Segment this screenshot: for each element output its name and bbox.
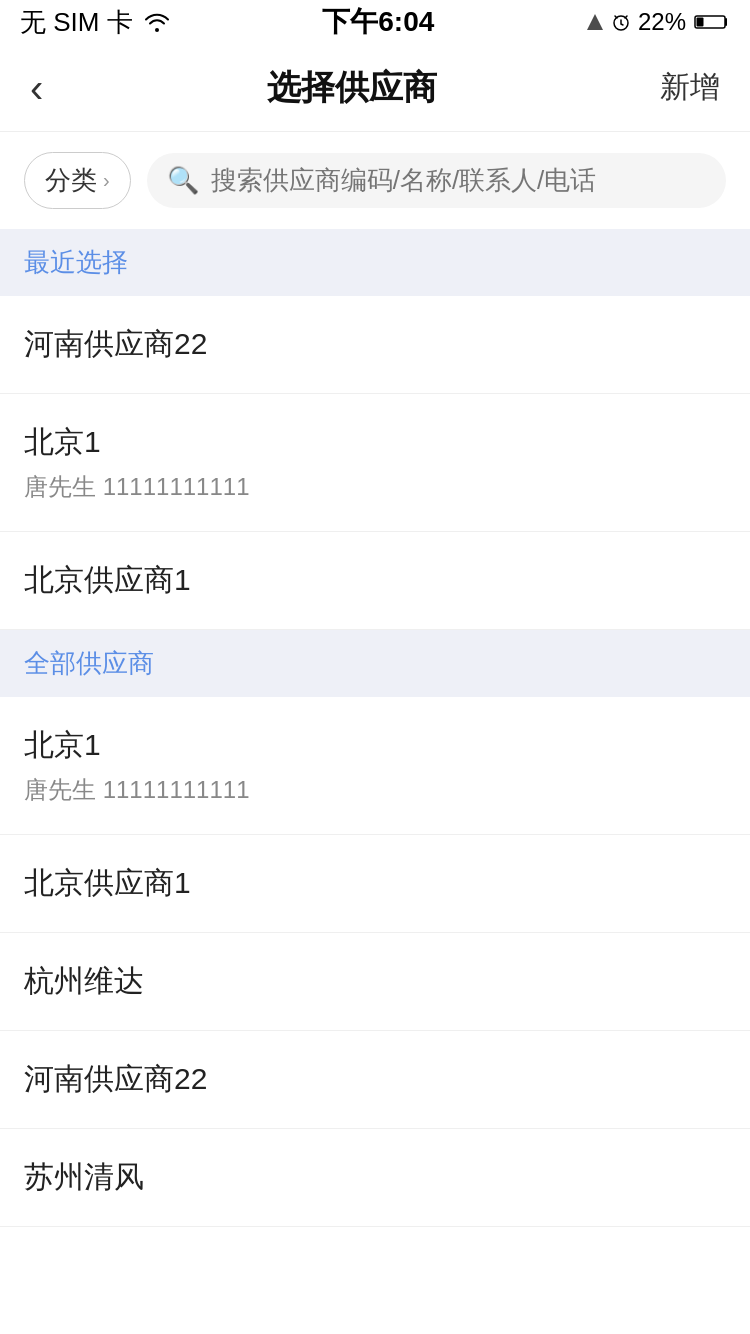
supplier-name: 北京1 [24, 725, 726, 766]
list-item[interactable]: 北京1 唐先生 11111111111 [0, 394, 750, 532]
list-item[interactable]: 杭州维达 [0, 933, 750, 1031]
back-button[interactable]: ‹ [30, 68, 43, 108]
filter-bar: 分类 › 🔍 [0, 132, 750, 229]
search-icon: 🔍 [167, 165, 199, 196]
all-items-list: 北京1 唐先生 11111111111 北京供应商1 杭州维达河南供应商22 苏州清风 [0, 697, 750, 1227]
list-item[interactable]: 北京供应商1 [0, 835, 750, 933]
list-item[interactable]: 河南供应商22 [0, 296, 750, 394]
nav-bar: ‹ 选择供应商 新增 [0, 44, 750, 132]
category-button[interactable]: 分类 › [24, 152, 131, 209]
list-item[interactable]: 河南供应商22 [0, 1031, 750, 1129]
status-right: 22% [586, 8, 730, 36]
list-item[interactable]: 北京1 唐先生 11111111111 [0, 697, 750, 835]
status-bar: 无 SIM 卡 下午6:04 22% [0, 0, 750, 44]
wifi-icon [143, 12, 171, 32]
search-input[interactable] [211, 165, 706, 196]
battery-icon [694, 13, 730, 31]
battery-text: 22% [638, 8, 686, 36]
list-item[interactable]: 苏州清风 [0, 1129, 750, 1227]
recent-items-list: 河南供应商22 北京1 唐先生 11111111111 北京供应商1 [0, 296, 750, 630]
no-sim-text: 无 SIM 卡 [20, 5, 133, 40]
supplier-contact: 唐先生 11111111111 [24, 774, 726, 806]
status-time: 下午6:04 [322, 3, 434, 41]
list-item[interactable]: 北京供应商1 [0, 532, 750, 630]
add-button[interactable]: 新增 [660, 67, 720, 108]
category-arrow-icon: › [103, 169, 110, 192]
supplier-name: 北京1 [24, 422, 726, 463]
status-left: 无 SIM 卡 [20, 5, 171, 40]
supplier-name: 河南供应商22 [24, 1059, 726, 1100]
search-box: 🔍 [147, 153, 726, 208]
supplier-contact: 唐先生 11111111111 [24, 471, 726, 503]
supplier-name: 杭州维达 [24, 961, 726, 1002]
all-section-label: 全部供应商 [24, 648, 154, 678]
category-label: 分类 [45, 163, 97, 198]
svg-rect-2 [696, 18, 703, 27]
recent-section-label: 最近选择 [24, 247, 128, 277]
recent-section-header: 最近选择 [0, 229, 750, 296]
supplier-name: 苏州清风 [24, 1157, 726, 1198]
location-icon [586, 13, 604, 31]
supplier-name: 河南供应商22 [24, 324, 726, 365]
supplier-name: 北京供应商1 [24, 863, 726, 904]
page-title: 选择供应商 [267, 65, 437, 111]
all-section-header: 全部供应商 [0, 630, 750, 697]
alarm-icon [612, 13, 630, 31]
supplier-name: 北京供应商1 [24, 560, 726, 601]
